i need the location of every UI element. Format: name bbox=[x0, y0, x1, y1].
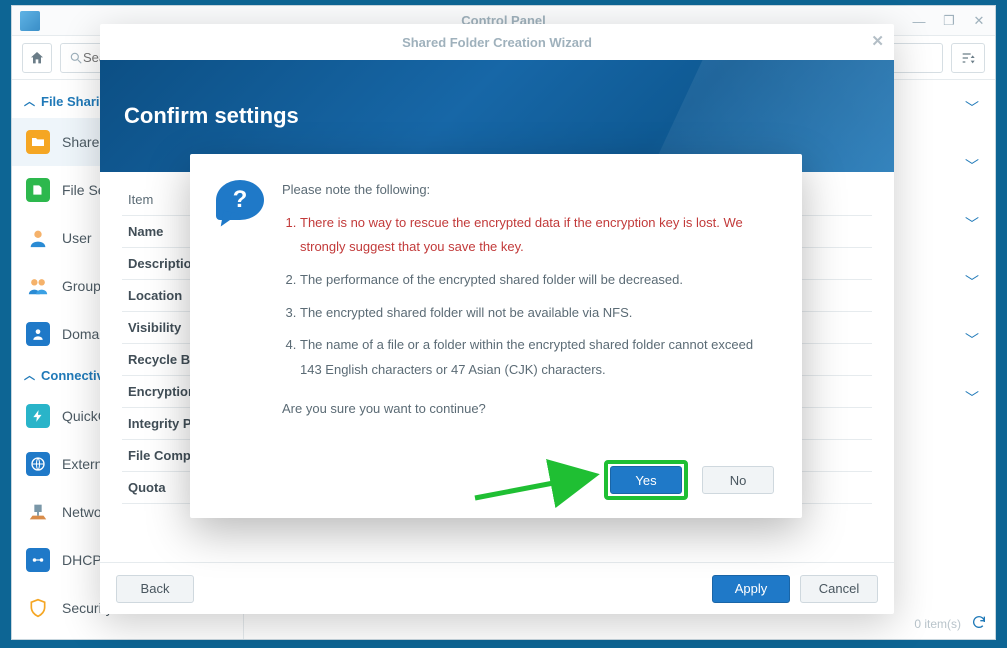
confirm-intro: Please note the following: bbox=[282, 178, 774, 203]
confirm-note-2: The performance of the encrypted shared … bbox=[300, 268, 774, 293]
domain-icon bbox=[26, 322, 50, 346]
search-icon bbox=[69, 51, 83, 65]
sort-icon bbox=[960, 50, 976, 66]
refresh-icon bbox=[971, 614, 987, 630]
maximize-button[interactable]: ❐ bbox=[939, 11, 959, 31]
wizard-title: Shared Folder Creation Wizard bbox=[402, 35, 592, 50]
chevron-down-icon[interactable]: ﹀ bbox=[965, 388, 979, 408]
back-button[interactable]: Back bbox=[116, 575, 194, 603]
confirm-note-4: The name of a file or a folder within th… bbox=[300, 333, 774, 382]
item-count: 0 item(s) bbox=[914, 617, 961, 631]
no-button[interactable]: No bbox=[702, 466, 774, 494]
chevron-down-icon[interactable]: ﹀ bbox=[965, 98, 979, 118]
confirm-note-1: There is no way to rescue the encrypted … bbox=[300, 211, 774, 260]
cancel-button[interactable]: Cancel bbox=[800, 575, 878, 603]
refresh-button[interactable] bbox=[971, 614, 987, 633]
confirm-note-3: The encrypted shared folder will not be … bbox=[300, 301, 774, 326]
sort-button[interactable] bbox=[951, 43, 985, 73]
globe-icon bbox=[26, 452, 50, 476]
user-icon bbox=[26, 226, 50, 250]
shared-folder-icon bbox=[26, 130, 50, 154]
sidebar-item-label: User bbox=[62, 230, 92, 246]
question-icon: ? bbox=[216, 180, 264, 220]
chevron-down-icon[interactable]: ﹀ bbox=[965, 272, 979, 292]
apply-button[interactable]: Apply bbox=[712, 575, 790, 603]
close-button[interactable]: ✕ bbox=[969, 11, 989, 31]
quickconnect-icon bbox=[26, 404, 50, 428]
confirm-dialog: ? Please note the following: There is no… bbox=[190, 154, 802, 518]
wizard-close-button[interactable]: ✕ bbox=[871, 32, 884, 50]
chevron-down-icon[interactable]: ﹀ bbox=[965, 214, 979, 234]
home-icon bbox=[29, 50, 45, 66]
wizard-titlebar: Shared Folder Creation Wizard ✕ bbox=[100, 24, 894, 60]
shield-icon bbox=[26, 596, 50, 620]
network-icon bbox=[26, 500, 50, 524]
wizard-footer: Back Apply Cancel bbox=[100, 562, 894, 614]
group-icon bbox=[26, 274, 50, 298]
home-button[interactable] bbox=[22, 43, 52, 73]
chevron-down-icon[interactable]: ﹀ bbox=[965, 330, 979, 350]
chevron-up-icon: ︿ bbox=[24, 93, 35, 109]
chevron-up-icon: ︿ bbox=[24, 367, 35, 383]
app-icon bbox=[20, 11, 40, 31]
yes-button[interactable]: Yes bbox=[610, 466, 682, 494]
sidebar-item-label: Group bbox=[62, 278, 101, 294]
yes-highlight-annotation: Yes bbox=[604, 460, 688, 500]
minimize-button[interactable]: — bbox=[909, 11, 929, 31]
confirm-question: Are you sure you want to continue? bbox=[282, 397, 774, 422]
file-services-icon bbox=[26, 178, 50, 202]
wizard-banner-title: Confirm settings bbox=[124, 103, 299, 129]
dhcp-icon bbox=[26, 548, 50, 572]
chevron-down-icon[interactable]: ﹀ bbox=[965, 156, 979, 176]
